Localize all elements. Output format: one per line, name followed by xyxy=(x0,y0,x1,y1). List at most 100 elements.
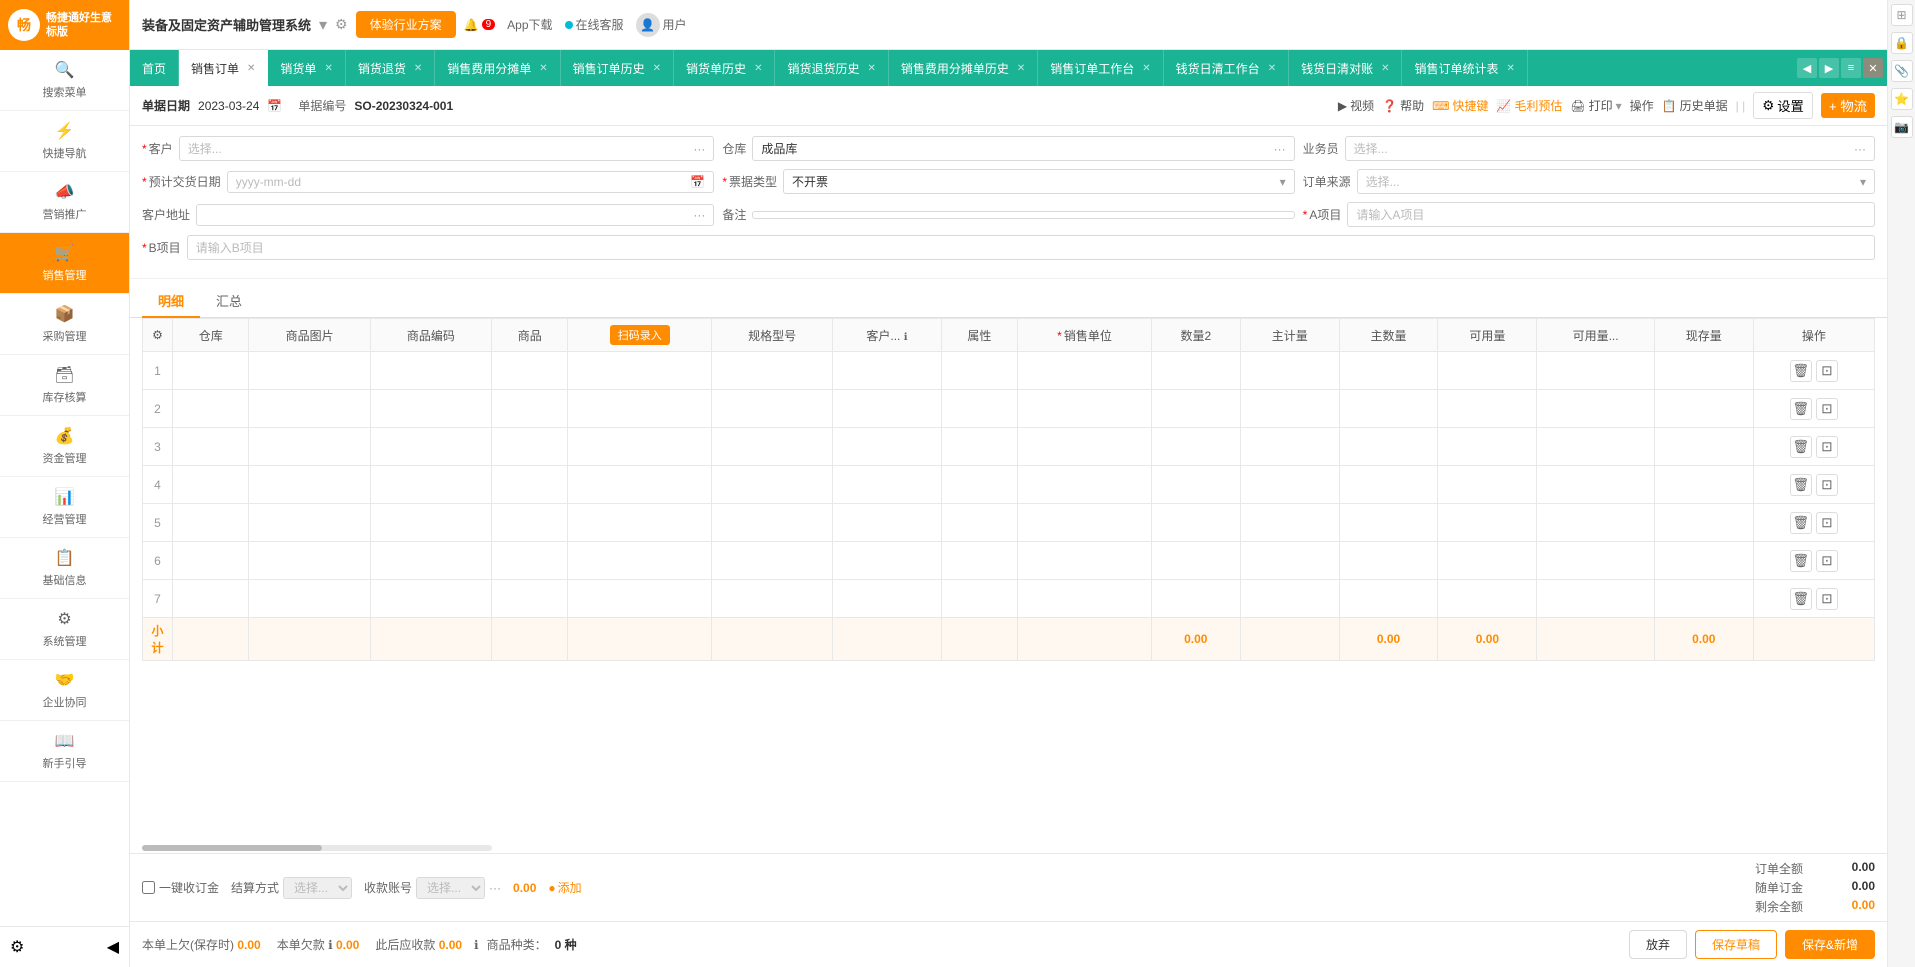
sidebar-item-6[interactable]: 💰资金管理 xyxy=(0,416,129,477)
note-input[interactable] xyxy=(752,211,1294,219)
online-service-link[interactable]: 在线客服 xyxy=(565,16,624,33)
cell-2-6[interactable] xyxy=(712,390,833,428)
cell-4-1[interactable] xyxy=(173,466,249,504)
tab-8[interactable]: 销售费用分摊单历史✕ xyxy=(889,50,1038,86)
cell-5-12[interactable] xyxy=(1339,504,1438,542)
cell-2-3[interactable] xyxy=(370,390,491,428)
cell-5-15[interactable] xyxy=(1654,504,1753,542)
print-btn[interactable]: 🖨打印▾ xyxy=(1570,97,1621,114)
tab-4[interactable]: 销售费用分摊单✕ xyxy=(435,50,560,86)
scan-btn[interactable]: 扫码录入 xyxy=(610,325,670,345)
cell-1-14[interactable] xyxy=(1537,352,1655,390)
cell-2-5[interactable] xyxy=(568,390,712,428)
cell-3-12[interactable] xyxy=(1339,428,1438,466)
cell-7-6[interactable] xyxy=(712,580,833,618)
cell-1-5[interactable] xyxy=(568,352,712,390)
cell-7-10[interactable] xyxy=(1151,580,1240,618)
cell-1-15[interactable] xyxy=(1654,352,1753,390)
cell-2-4[interactable] xyxy=(491,390,567,428)
copy-row-btn-3[interactable]: ⊡ xyxy=(1816,436,1838,458)
calendar-icon[interactable]: 📅 xyxy=(267,99,282,113)
cell-5-4[interactable] xyxy=(491,504,567,542)
cell-6-14[interactable] xyxy=(1537,542,1655,580)
delivery-input[interactable]: yyyy-mm-dd 📅 xyxy=(227,171,715,193)
account-dots[interactable]: ··· xyxy=(489,881,501,895)
cell-6-1[interactable] xyxy=(173,542,249,580)
sidebar-item-1[interactable]: ⚡快捷导航 xyxy=(0,111,129,172)
cell-7-9[interactable] xyxy=(1018,580,1152,618)
address-input[interactable]: ··· xyxy=(196,204,714,226)
a-project-input[interactable]: 请输入A项目 xyxy=(1347,202,1875,227)
cell-3-7[interactable] xyxy=(833,428,941,466)
cell-7-2[interactable] xyxy=(249,580,370,618)
setting-button[interactable]: ⚙设置 xyxy=(1753,92,1813,119)
cell-4-7[interactable] xyxy=(833,466,941,504)
cell-7-7[interactable] xyxy=(833,580,941,618)
cell-3-8[interactable] xyxy=(941,428,1017,466)
cell-2-10[interactable] xyxy=(1151,390,1240,428)
one-key-checkbox[interactable] xyxy=(142,881,155,894)
cell-4-4[interactable] xyxy=(491,466,567,504)
cell-4-13[interactable] xyxy=(1438,466,1537,504)
tab-close-12[interactable]: ✕ xyxy=(1507,63,1515,74)
cell-3-10[interactable] xyxy=(1151,428,1240,466)
cell-7-15[interactable] xyxy=(1654,580,1753,618)
cell-2-14[interactable] xyxy=(1537,390,1655,428)
cell-6-7[interactable] xyxy=(833,542,941,580)
cell-6-15[interactable] xyxy=(1654,542,1753,580)
tab-6[interactable]: 销货单历史✕ xyxy=(674,50,775,86)
cell-4-6[interactable] xyxy=(712,466,833,504)
cell-6-12[interactable] xyxy=(1339,542,1438,580)
tab-close-4[interactable]: ✕ xyxy=(539,63,547,74)
tab-close-5[interactable]: ✕ xyxy=(653,63,661,74)
cell-5-14[interactable] xyxy=(1537,504,1655,542)
cell-2-2[interactable] xyxy=(249,390,370,428)
cell-6-5[interactable] xyxy=(568,542,712,580)
cell-1-2[interactable] xyxy=(249,352,370,390)
cell-3-9[interactable] xyxy=(1018,428,1152,466)
cell-6-2[interactable] xyxy=(249,542,370,580)
warehouse-dots[interactable]: ··· xyxy=(1274,142,1286,156)
scrollbar-track[interactable] xyxy=(142,845,492,851)
cell-4-11[interactable] xyxy=(1240,466,1339,504)
cell-2-8[interactable] xyxy=(941,390,1017,428)
tab-11[interactable]: 钱货日清对账✕ xyxy=(1289,50,1402,86)
solution-button[interactable]: 体验行业方案 xyxy=(356,11,456,38)
cell-6-11[interactable] xyxy=(1240,542,1339,580)
app-download-link[interactable]: App下载 xyxy=(507,16,552,33)
profit-btn[interactable]: 📈毛利预估 xyxy=(1496,97,1562,114)
cell-1-6[interactable] xyxy=(712,352,833,390)
sidebar-item-8[interactable]: 📋基础信息 xyxy=(0,538,129,599)
cell-4-2[interactable] xyxy=(249,466,370,504)
copy-row-btn-2[interactable]: ⊡ xyxy=(1816,398,1838,420)
cell-1-8[interactable] xyxy=(941,352,1017,390)
cell-3-13[interactable] xyxy=(1438,428,1537,466)
cell-2-12[interactable] xyxy=(1339,390,1438,428)
copy-row-btn-4[interactable]: ⊡ xyxy=(1816,474,1838,496)
tab-close-all-btn[interactable]: ✕ xyxy=(1863,58,1883,78)
sales-dots[interactable]: ··· xyxy=(1854,142,1866,156)
table-container[interactable]: ⚙仓库商品图片商品编码商品扫码录入规格型号客户... ℹ属性*销售单位数量2主计… xyxy=(130,318,1887,843)
sidebar-settings-icon[interactable]: ⚙ xyxy=(10,937,24,957)
cell-1-4[interactable] xyxy=(491,352,567,390)
tab-close-2[interactable]: ✕ xyxy=(324,63,332,74)
cell-4-15[interactable] xyxy=(1654,466,1753,504)
copy-row-btn-5[interactable]: ⊡ xyxy=(1816,512,1838,534)
cell-3-15[interactable] xyxy=(1654,428,1753,466)
add-logistics-button[interactable]: + 物流 xyxy=(1821,93,1875,118)
cell-4-10[interactable] xyxy=(1151,466,1240,504)
rp-icon-4[interactable]: ⭐ xyxy=(1891,88,1913,110)
calendar2-icon[interactable]: 📅 xyxy=(690,175,705,189)
tab-close-11[interactable]: ✕ xyxy=(1381,63,1389,74)
dropdown-icon[interactable]: ▾ xyxy=(319,15,327,35)
cell-5-13[interactable] xyxy=(1438,504,1537,542)
sidebar-item-2[interactable]: 📣营销推广 xyxy=(0,172,129,233)
cell-2-1[interactable] xyxy=(173,390,249,428)
tab-close-1[interactable]: ✕ xyxy=(247,63,255,74)
cell-1-10[interactable] xyxy=(1151,352,1240,390)
rp-icon-3[interactable]: 📎 xyxy=(1891,60,1913,82)
tab-close-9[interactable]: ✕ xyxy=(1142,63,1150,74)
cell-2-15[interactable] xyxy=(1654,390,1753,428)
b-project-input[interactable]: 请输入B项目 xyxy=(187,235,1875,260)
cell-4-12[interactable] xyxy=(1339,466,1438,504)
